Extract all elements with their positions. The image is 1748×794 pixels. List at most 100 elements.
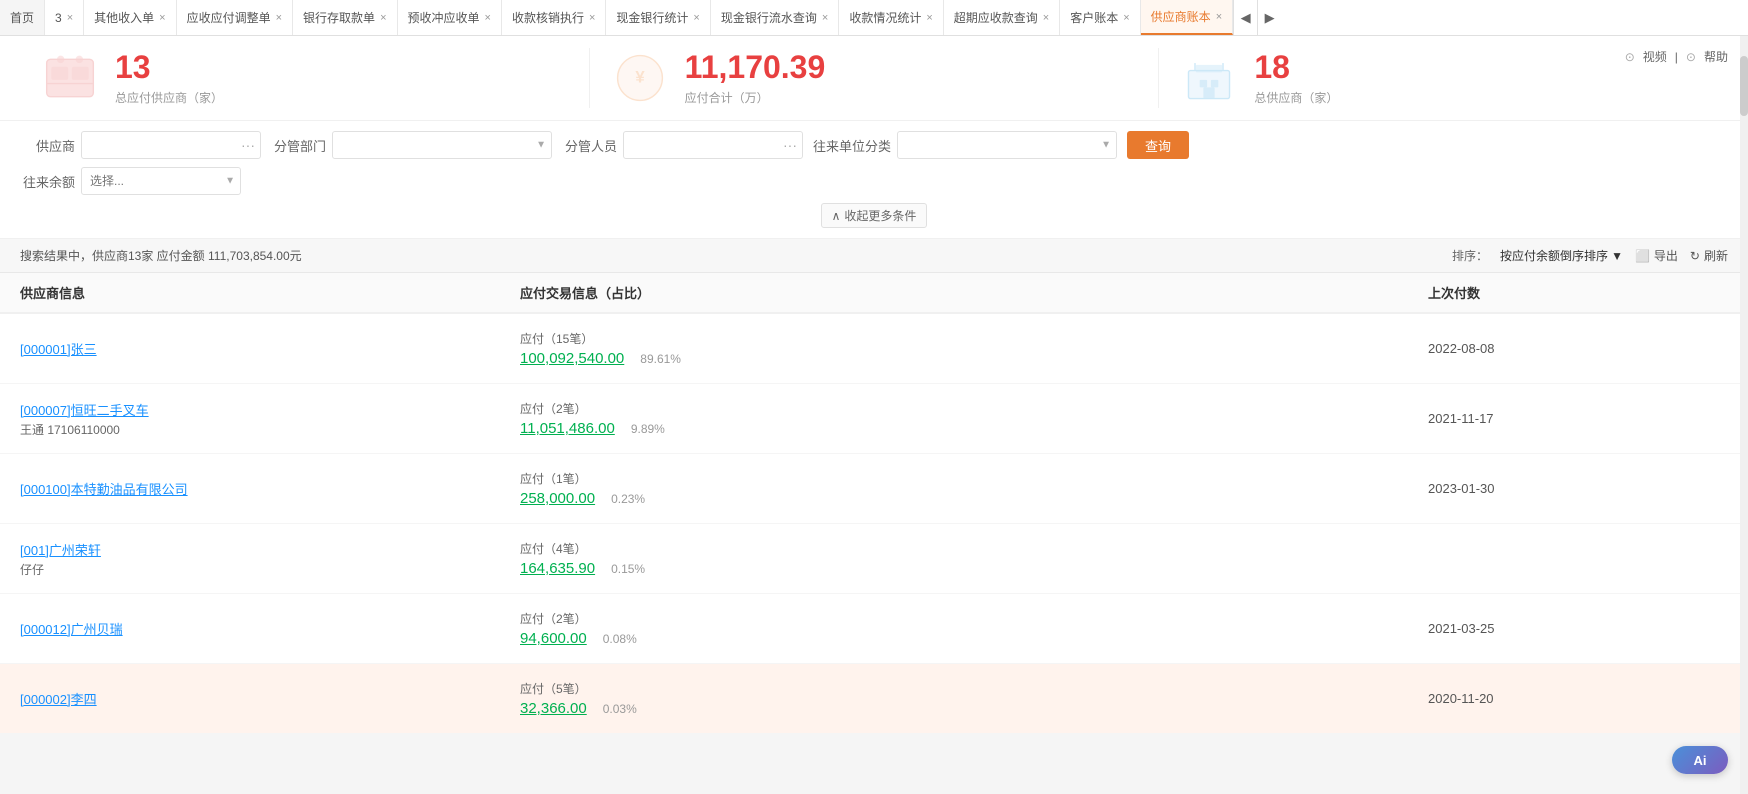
trans-percent: 0.23%: [611, 492, 645, 506]
filter-balance: 往来余额 ▼: [20, 167, 241, 195]
trans-amount[interactable]: 32,366.00: [520, 700, 587, 717]
tab-ar-ap-adjust[interactable]: 应收应付调整单 ×: [177, 0, 293, 35]
close-icon[interactable]: ×: [380, 12, 386, 24]
sort-arrow-icon: ▼: [1611, 249, 1623, 263]
transaction-info-cell: 应付（2笔） 11,051,486.00 9.89%: [520, 400, 1428, 437]
supplier-link[interactable]: [000007]恒旺二手叉车: [20, 403, 149, 418]
help-link[interactable]: 帮助: [1704, 48, 1728, 65]
supplier-link[interactable]: [000100]本特勤油品有限公司: [20, 482, 188, 497]
filter-dept: 分管部门 ▼: [271, 131, 552, 159]
collapse-button[interactable]: ∧ 收起更多条件: [821, 203, 928, 228]
category-label: 往来单位分类: [813, 136, 891, 155]
trans-amount[interactable]: 100,092,540.00: [520, 350, 624, 367]
close-icon[interactable]: ×: [589, 12, 595, 24]
dept-input[interactable]: [332, 131, 552, 159]
close-icon[interactable]: ×: [485, 12, 491, 24]
person-input[interactable]: [623, 131, 803, 159]
table-body: [000001]张三 应付（15笔） 100,092,540.00 89.61%…: [0, 314, 1748, 734]
sort-button[interactable]: 按应付余额倒序排序 ▼: [1500, 247, 1623, 264]
supplier-link[interactable]: [000012]广州贝瑞: [20, 622, 123, 637]
tab-other-income[interactable]: 其他收入单 ×: [84, 0, 176, 35]
close-icon[interactable]: ×: [276, 12, 282, 24]
last-pay-date: 2020-11-20: [1428, 691, 1494, 706]
close-icon[interactable]: ×: [1123, 12, 1129, 24]
last-pay-cell: 2020-11-20: [1428, 691, 1728, 706]
trans-label: 应付（1笔）: [520, 470, 1428, 487]
supplier-sub-info: 王通 17106110000: [20, 421, 520, 438]
close-icon[interactable]: ×: [1043, 12, 1049, 24]
table-header: 供应商信息 应付交易信息（占比） 上次付数: [0, 273, 1748, 314]
stat-payable-total: ¥ 11,170.39 应付合计（万）: [589, 48, 1159, 108]
tab-bank-deposit[interactable]: 银行存取款单 ×: [293, 0, 397, 35]
last-pay-date: 2021-11-17: [1428, 411, 1494, 426]
query-button[interactable]: 查询: [1127, 131, 1189, 159]
tab-overdue-ar[interactable]: 超期应收款查询 ×: [944, 0, 1060, 35]
refresh-icon: ↻: [1690, 249, 1700, 263]
supplier-info-cell: [000100]本特勤油品有限公司: [20, 479, 520, 498]
tab-cash-bank-stat[interactable]: 现金银行统计 ×: [606, 0, 710, 35]
supplier-link[interactable]: [000001]张三: [20, 342, 97, 357]
dept-label: 分管部门: [271, 136, 326, 155]
export-button[interactable]: ⬜ 导出: [1635, 247, 1678, 264]
transaction-info-cell: 应付（4笔） 164,635.90 0.15%: [520, 540, 1428, 577]
close-icon[interactable]: ×: [67, 12, 73, 24]
payable-suppliers-label: 总应付供应商（家）: [115, 89, 223, 106]
supplier-input[interactable]: [81, 131, 261, 159]
trans-amount[interactable]: 94,600.00: [520, 630, 587, 647]
balance-label: 往来余额: [20, 172, 75, 191]
video-link[interactable]: 视频: [1643, 48, 1667, 65]
col-transaction-info: 应付交易信息（占比）: [520, 283, 1428, 302]
col-last-pay: 上次付数: [1428, 283, 1728, 302]
filter-person: 分管人员 ···: [562, 131, 803, 159]
tab-cash-bank-flow[interactable]: 现金银行流水查询 ×: [711, 0, 839, 35]
filter-category: 往来单位分类 ▼: [813, 131, 1117, 159]
payable-suppliers-number: 13: [115, 50, 223, 85]
balance-input[interactable]: [81, 167, 241, 195]
total-suppliers-icon: [1179, 48, 1239, 108]
supplier-input-wrap: ···: [81, 131, 261, 159]
table-row: [000001]张三 应付（15笔） 100,092,540.00 89.61%…: [0, 314, 1748, 384]
result-actions: 排序： 按应付余额倒序排序 ▼ ⬜ 导出 ↻ 刷新: [1452, 247, 1728, 264]
ai-button[interactable]: Ai: [1672, 746, 1728, 774]
person-input-wrap: ···: [623, 131, 803, 159]
col-supplier-info: 供应商信息: [20, 283, 520, 302]
tab-supplier-ledger[interactable]: 供应商账本 ×: [1141, 0, 1233, 35]
table-row: [000007]恒旺二手叉车 王通 17106110000 应付（2笔） 11,…: [0, 384, 1748, 454]
tab-home[interactable]: 首页: [0, 0, 45, 35]
trans-percent: 0.03%: [603, 702, 637, 716]
close-icon[interactable]: ×: [693, 12, 699, 24]
top-navigation: 首页 3 × 其他收入单 × 应收应付调整单 × 银行存取款单 × 预收冲应收单…: [0, 0, 1748, 36]
top-right-links: ⊙ 视频 | ⊙ 帮助: [1625, 48, 1728, 65]
nav-prev-button[interactable]: ◀: [1233, 0, 1257, 35]
supplier-info-cell: [000001]张三: [20, 339, 520, 358]
scrollbar-thumb[interactable]: [1740, 56, 1748, 116]
transaction-info-cell: 应付（5笔） 32,366.00 0.03%: [520, 680, 1428, 717]
tab-collection-verify[interactable]: 收款核销执行 ×: [502, 0, 606, 35]
supplier-link[interactable]: [000002]李四: [20, 692, 97, 707]
close-icon[interactable]: ×: [159, 12, 165, 24]
tab-collection-stat[interactable]: 收款情况统计 ×: [839, 0, 943, 35]
trans-amount[interactable]: 164,635.90: [520, 560, 595, 577]
tab-customer-ledger[interactable]: 客户账本 ×: [1060, 0, 1140, 35]
trans-amount[interactable]: 258,000.00: [520, 490, 595, 507]
supplier-link[interactable]: [001]广州荣轩: [20, 543, 101, 558]
total-suppliers-content: 18 总供应商（家）: [1254, 50, 1338, 105]
close-icon[interactable]: ×: [926, 12, 932, 24]
transaction-info-cell: 应付（2笔） 94,600.00 0.08%: [520, 610, 1428, 647]
close-icon[interactable]: ×: [822, 12, 828, 24]
nav-next-button[interactable]: ▶: [1257, 0, 1281, 35]
trans-percent: 0.08%: [603, 632, 637, 646]
tab-3[interactable]: 3 ×: [45, 0, 84, 35]
refresh-button[interactable]: ↻ 刷新: [1690, 247, 1728, 264]
transaction-info-cell: 应付（15笔） 100,092,540.00 89.61%: [520, 330, 1428, 367]
tab-advance-ar[interactable]: 预收冲应收单 ×: [398, 0, 502, 35]
payable-total-label: 应付合计（万）: [685, 89, 826, 106]
category-input[interactable]: [897, 131, 1117, 159]
close-icon[interactable]: ×: [1216, 11, 1222, 23]
trans-amount[interactable]: 11,051,486.00: [520, 420, 615, 437]
table-row: [000002]李四 应付（5笔） 32,366.00 0.03% 2020-1…: [0, 664, 1748, 734]
trans-label: 应付（2笔）: [520, 400, 1428, 417]
payable-total-number: 11,170.39: [685, 50, 826, 85]
scrollbar-track[interactable]: [1740, 36, 1748, 794]
trans-percent: 89.61%: [640, 352, 681, 366]
